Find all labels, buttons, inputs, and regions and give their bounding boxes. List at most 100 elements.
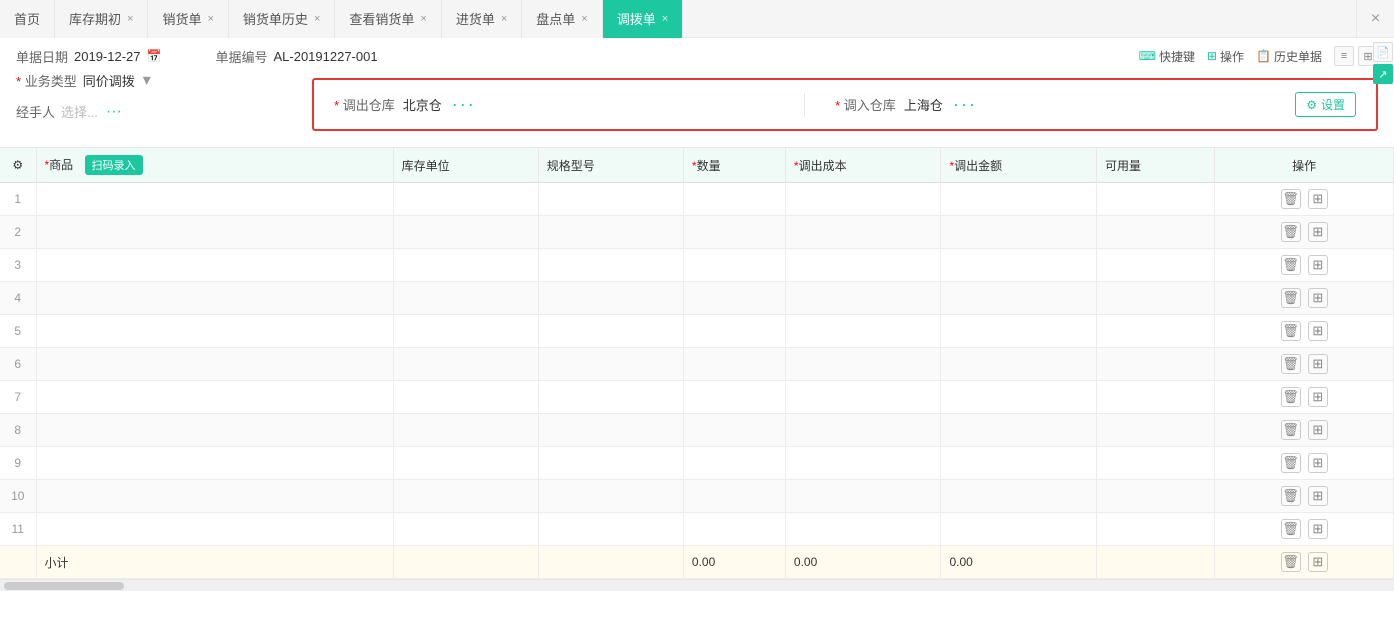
col-gear[interactable]: ⚙ [0,148,36,183]
qty-cell[interactable] [683,348,785,381]
delete-icon[interactable]: 🗑 [1281,189,1301,209]
available-cell[interactable] [1097,513,1215,546]
amount-cell[interactable] [941,348,1097,381]
unit-cell[interactable] [393,513,538,546]
cost-cell[interactable] [785,249,941,282]
product-cell[interactable] [36,513,393,546]
amount-cell[interactable] [941,414,1097,447]
tab-close-view-sales[interactable]: × [420,13,426,25]
unit-cell[interactable] [393,282,538,315]
product-cell[interactable] [36,447,393,480]
spec-cell[interactable] [538,249,683,282]
unit-cell[interactable] [393,447,538,480]
tab-purchase[interactable]: 进货单 × [442,0,522,38]
view-mode-list[interactable]: ≡ [1334,46,1354,66]
available-cell[interactable] [1097,381,1215,414]
copy-icon[interactable]: ⊞ [1308,189,1328,209]
unit-cell[interactable] [393,381,538,414]
tab-view-sales[interactable]: 查看销货单 × [335,0,441,38]
delete-icon[interactable]: 🗑 [1281,222,1301,242]
qty-cell[interactable] [683,282,785,315]
copy-icon[interactable]: ⊞ [1308,321,1328,341]
tab-close-sales[interactable]: × [207,13,213,25]
available-cell[interactable] [1097,315,1215,348]
delete-icon[interactable]: 🗑 [1281,255,1301,275]
available-cell[interactable] [1097,216,1215,249]
cost-cell[interactable] [785,348,941,381]
delete-icon[interactable]: 🗑 [1281,420,1301,440]
product-cell[interactable] [36,414,393,447]
spec-cell[interactable] [538,282,683,315]
unit-cell[interactable] [393,315,538,348]
qty-cell[interactable] [683,480,785,513]
unit-cell[interactable] [393,348,538,381]
operation-btn[interactable]: ⊞ 操作 [1207,48,1244,65]
amount-cell[interactable] [941,480,1097,513]
copy-icon[interactable]: ⊞ [1308,387,1328,407]
cost-cell[interactable] [785,381,941,414]
tab-sales-history[interactable]: 销货单历史 × [229,0,335,38]
tab-inventory-init[interactable]: 库存期初 × [55,0,148,38]
delete-icon[interactable]: 🗑 [1281,387,1301,407]
product-cell[interactable] [36,282,393,315]
available-cell[interactable] [1097,480,1215,513]
available-cell[interactable] [1097,249,1215,282]
tab-close-sales-history[interactable]: × [314,13,320,25]
tab-sales[interactable]: 销货单 × [148,0,228,38]
cost-cell[interactable] [785,513,941,546]
rp-doc-icon[interactable]: 📄 [1373,42,1393,62]
cost-cell[interactable] [785,183,941,216]
tab-close-inventory-init[interactable]: × [127,13,133,25]
available-cell[interactable] [1097,348,1215,381]
unit-cell[interactable] [393,414,538,447]
cost-cell[interactable] [785,447,941,480]
copy-icon[interactable]: ⊞ [1308,519,1328,539]
history-btn[interactable]: 📋 历史单据 [1256,48,1322,65]
delete-icon[interactable]: 🗑 [1281,321,1301,341]
cost-cell[interactable] [785,480,941,513]
amount-cell[interactable] [941,249,1097,282]
product-cell[interactable] [36,249,393,282]
copy-icon[interactable]: ⊞ [1308,354,1328,374]
qty-cell[interactable] [683,513,785,546]
copy-icon[interactable]: ⊞ [1308,255,1328,275]
tab-close-transfer[interactable]: × [662,13,668,25]
copy-icon[interactable]: ⊞ [1308,288,1328,308]
delete-icon[interactable]: 🗑 [1281,486,1301,506]
available-cell[interactable] [1097,414,1215,447]
qty-cell[interactable] [683,315,785,348]
product-cell[interactable] [36,348,393,381]
qty-cell[interactable] [683,216,785,249]
spec-cell[interactable] [538,447,683,480]
spec-cell[interactable] [538,513,683,546]
unit-cell[interactable] [393,216,538,249]
amount-cell[interactable] [941,183,1097,216]
copy-icon[interactable]: ⊞ [1308,420,1328,440]
amount-cell[interactable] [941,381,1097,414]
agent-select[interactable]: 选择... [61,102,98,121]
in-warehouse-more-icon[interactable]: ··· [953,94,977,115]
available-cell[interactable] [1097,282,1215,315]
copy-icon[interactable]: ⊞ [1308,222,1328,242]
rp-external-link-icon[interactable]: ↗ [1373,64,1393,84]
qty-cell[interactable] [683,183,785,216]
spec-cell[interactable] [538,315,683,348]
tab-home[interactable]: 首页 [0,0,55,38]
product-cell[interactable] [36,183,393,216]
setting-button[interactable]: ⚙ 设置 [1295,92,1356,117]
amount-cell[interactable] [941,282,1097,315]
delete-icon[interactable]: 🗑 [1281,354,1301,374]
tab-inventory[interactable]: 盘点单 × [522,0,602,38]
unit-cell[interactable] [393,249,538,282]
amount-cell[interactable] [941,447,1097,480]
qty-cell[interactable] [683,249,785,282]
cost-cell[interactable] [785,414,941,447]
product-cell[interactable] [36,480,393,513]
cost-cell[interactable] [785,315,941,348]
product-cell[interactable] [36,216,393,249]
agent-more-icon[interactable]: ··· [106,103,122,121]
out-warehouse-more-icon[interactable]: ··· [452,94,476,115]
biz-type-dropdown[interactable]: ▾ [143,70,151,90]
tab-close-inventory[interactable]: × [581,13,587,25]
tab-close-purchase[interactable]: × [501,13,507,25]
